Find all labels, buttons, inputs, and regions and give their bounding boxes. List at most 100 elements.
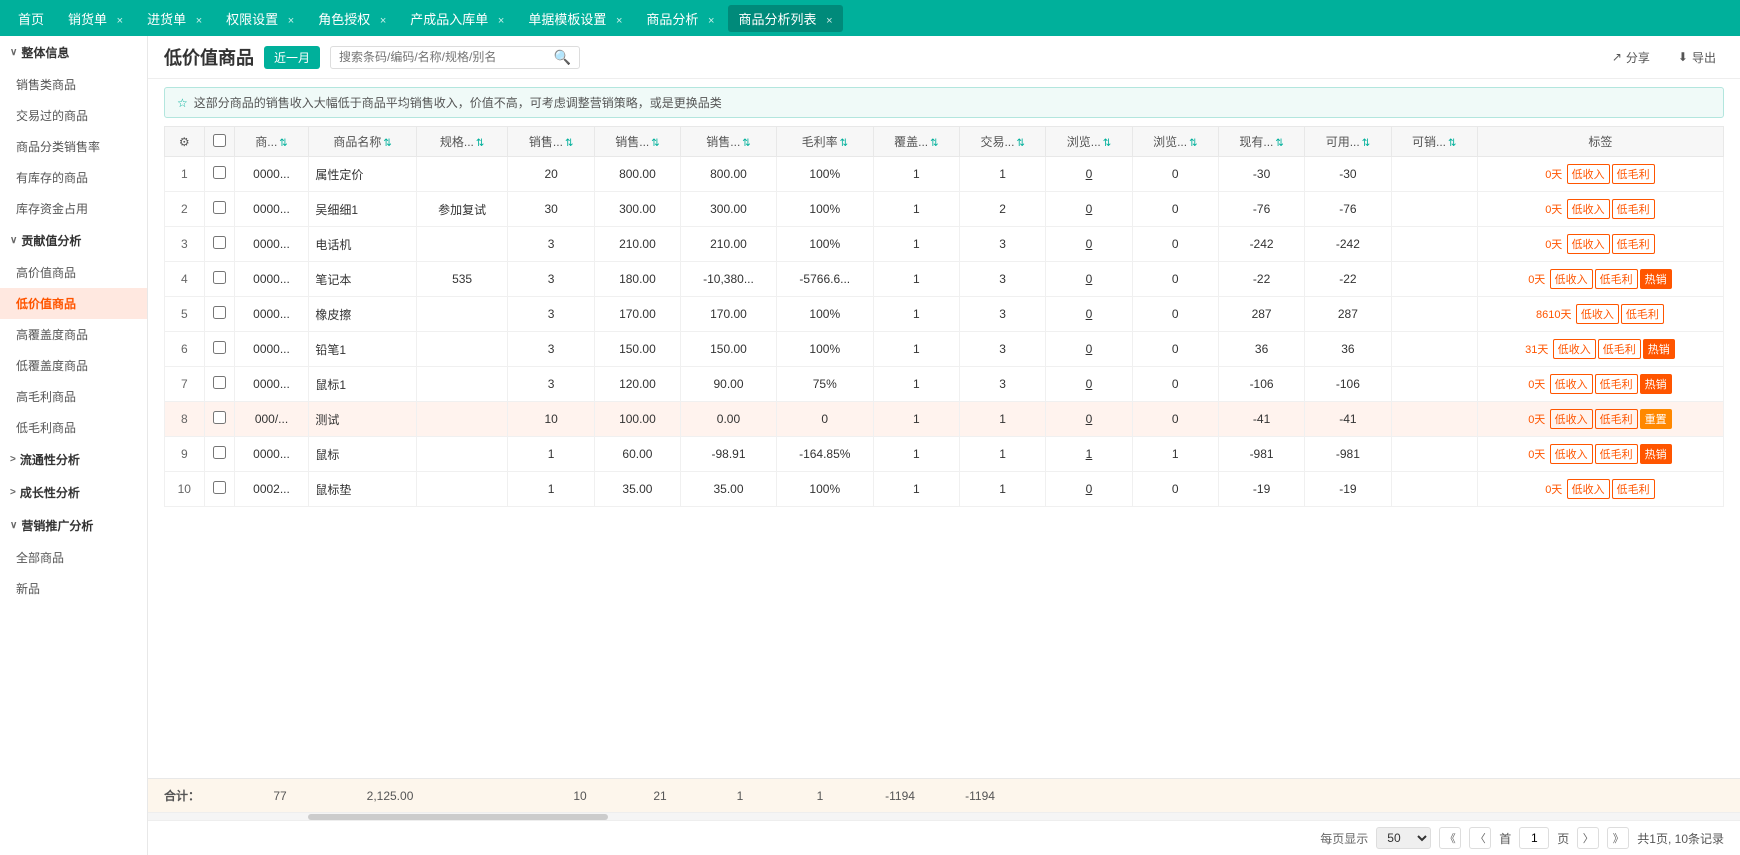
sidebar-item-inventory-goods[interactable]: 有库存的商品 [0,162,147,193]
row-checkbox-cell[interactable] [204,402,234,437]
sidebar-item-new-goods[interactable]: 新品 [0,573,147,604]
sidebar-group-contribution[interactable]: ∨贡献值分析 [0,224,147,257]
row-view1[interactable]: 0 [1046,472,1132,507]
row-checkbox-cell[interactable] [204,472,234,507]
nav-home[interactable]: 首页 [8,5,54,32]
sidebar-group-growth[interactable]: >成长性分析 [0,476,147,509]
row-view1[interactable]: 0 [1046,402,1132,437]
col-stock1[interactable]: 现有...⇅ [1218,127,1304,157]
nav-permissions-close[interactable]: × [288,15,294,27]
share-button[interactable]: ↗ 分享 [1604,45,1658,70]
sidebar-item-all-goods[interactable]: 全部商品 [0,542,147,573]
row-checkbox[interactable] [213,166,226,179]
search-icon[interactable]: 🔍 [554,49,571,66]
nav-goods-analysis-list-close[interactable]: × [826,15,832,27]
prev-page-button[interactable]: 〈 [1469,827,1491,849]
col-code[interactable]: 商...⇅ [234,127,309,157]
sidebar-group-marketing[interactable]: ∨营销推广分析 [0,509,147,542]
nav-template[interactable]: 单据模板设置 × [518,5,632,32]
col-sales3[interactable]: 销售...⇅ [681,127,777,157]
nav-goods-analysis[interactable]: 商品分析 × [636,5,724,32]
sidebar-item-low-value[interactable]: 低价值商品 [0,288,147,319]
view1-value[interactable]: 0 [1086,237,1093,251]
nav-sales-close[interactable]: × [117,15,123,27]
row-view1[interactable]: 0 [1046,262,1132,297]
last-page-button[interactable]: 》 [1607,827,1629,849]
time-filter-button[interactable]: 近一月 [264,46,320,69]
view1-value[interactable]: 0 [1086,202,1093,216]
table-container[interactable]: ⚙ 商...⇅ 商品名称⇅ 规格...⇅ 销售...⇅ 销售...⇅ 销售...… [164,126,1724,778]
sidebar-item-traded-goods[interactable]: 交易过的商品 [0,100,147,131]
sidebar-item-sales-goods[interactable]: 销售类商品 [0,69,147,100]
view1-value[interactable]: 0 [1086,307,1093,321]
col-settings[interactable]: ⚙ [165,127,205,157]
col-saleable[interactable]: 可销...⇅ [1391,127,1477,157]
row-checkbox-cell[interactable] [204,227,234,262]
row-checkbox[interactable] [213,411,226,424]
sidebar-item-high-coverage[interactable]: 高覆盖度商品 [0,319,147,350]
row-checkbox[interactable] [213,376,226,389]
row-view1[interactable]: 0 [1046,367,1132,402]
scrollbar-area[interactable] [148,812,1740,820]
col-spec[interactable]: 规格...⇅ [416,127,508,157]
col-stock2[interactable]: 可用...⇅ [1305,127,1391,157]
nav-permissions[interactable]: 权限设置 × [216,5,304,32]
sidebar-group-flow[interactable]: >流通性分析 [0,443,147,476]
per-page-select[interactable]: 50 100 200 [1376,827,1431,849]
col-view2[interactable]: 浏览...⇅ [1132,127,1218,157]
row-view1[interactable]: 0 [1046,227,1132,262]
view1-value[interactable]: 1 [1086,447,1093,461]
sidebar-item-low-coverage[interactable]: 低覆盖度商品 [0,350,147,381]
row-view1[interactable]: 0 [1046,192,1132,227]
col-margin[interactable]: 毛利率⇅ [776,127,873,157]
nav-roles-close[interactable]: × [380,15,386,27]
view1-value[interactable]: 0 [1086,482,1093,496]
row-checkbox-cell[interactable] [204,332,234,367]
view1-value[interactable]: 0 [1086,377,1093,391]
row-view1[interactable]: 0 [1046,332,1132,367]
col-checkbox[interactable] [204,127,234,157]
nav-roles[interactable]: 角色授权 × [308,5,396,32]
sidebar-item-category-sales[interactable]: 商品分类销售率 [0,131,147,162]
col-trade[interactable]: 交易...⇅ [959,127,1045,157]
row-checkbox-cell[interactable] [204,367,234,402]
select-all-checkbox[interactable] [213,134,226,147]
row-checkbox[interactable] [213,271,226,284]
col-qty[interactable]: 销售...⇅ [508,127,594,157]
sidebar-item-high-margin[interactable]: 高毛利商品 [0,381,147,412]
row-checkbox-cell[interactable] [204,262,234,297]
page-input[interactable] [1519,827,1549,849]
nav-product-entry-close[interactable]: × [498,15,504,27]
nav-goods-analysis-close[interactable]: × [708,15,714,27]
next-page-button[interactable]: 〉 [1577,827,1599,849]
nav-purchase[interactable]: 进货单 × [137,5,212,32]
nav-goods-analysis-list[interactable]: 商品分析列表 × [728,5,842,32]
sidebar-item-low-margin[interactable]: 低毛利商品 [0,412,147,443]
sidebar-item-high-value[interactable]: 高价值商品 [0,257,147,288]
sidebar-item-inventory-capital[interactable]: 库存资金占用 [0,193,147,224]
search-input[interactable] [339,50,554,64]
row-checkbox[interactable] [213,481,226,494]
nav-template-close[interactable]: × [616,15,622,27]
row-view1[interactable]: 0 [1046,297,1132,332]
col-amount[interactable]: 销售...⇅ [594,127,680,157]
scrollbar-thumb[interactable] [308,814,608,820]
row-checkbox-cell[interactable] [204,192,234,227]
nav-sales[interactable]: 销货单 × [58,5,133,32]
export-button[interactable]: ⬇ 导出 [1670,45,1724,70]
row-checkbox[interactable] [213,236,226,249]
first-page-button[interactable]: 《 [1439,827,1461,849]
row-view1[interactable]: 0 [1046,157,1132,192]
row-checkbox[interactable] [213,201,226,214]
col-name[interactable]: 商品名称⇅ [309,127,416,157]
row-checkbox-cell[interactable] [204,297,234,332]
row-checkbox-cell[interactable] [204,437,234,472]
row-view1[interactable]: 1 [1046,437,1132,472]
view1-value[interactable]: 0 [1086,412,1093,426]
row-checkbox-cell[interactable] [204,157,234,192]
nav-product-entry[interactable]: 产成品入库单 × [400,5,514,32]
view1-value[interactable]: 0 [1086,272,1093,286]
sidebar-group-overall[interactable]: ∨整体信息 [0,36,147,69]
view1-value[interactable]: 0 [1086,342,1093,356]
nav-purchase-close[interactable]: × [196,15,202,27]
